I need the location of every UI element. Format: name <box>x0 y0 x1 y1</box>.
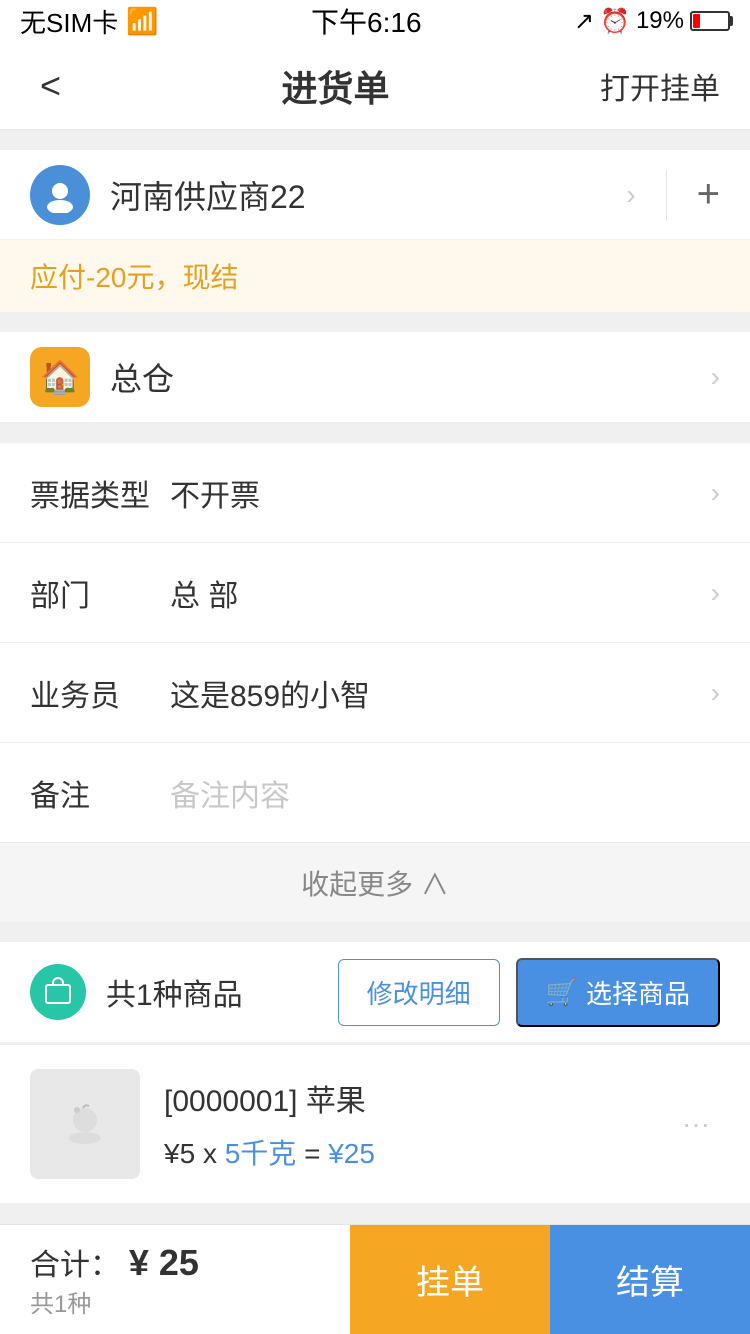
status-time: 下午6:16 <box>311 1 422 41</box>
product-item: [0000001] 苹果 ¥5 x 5千克 = ¥25 ··· <box>0 1044 750 1203</box>
select-product-button[interactable]: 🛒 选择商品 <box>516 958 720 1027</box>
content-area: 河南供应商22 › + 应付-20元，现结 🏠 总仓 › 票据类型 不开票 › … <box>0 130 750 1313</box>
bottom-bar: 合计： ¥ 25 共1种 挂单 结算 <box>0 1224 750 1334</box>
gap-3 <box>0 422 750 442</box>
total-amount: ¥ 25 <box>129 1242 199 1283</box>
line-total: ¥25 <box>328 1138 375 1169</box>
status-right: ↗ ⏰ 19% <box>574 7 730 36</box>
collapse-button[interactable]: 收起更多 ∧ <box>0 842 750 922</box>
supplier-row[interactable]: 河南供应商22 › + <box>0 150 750 240</box>
gap-2 <box>0 312 750 332</box>
form-section: 票据类型 不开票 › 部门 总 部 › 业务员 这是859的小智 › 备注 备注… <box>0 442 750 922</box>
dept-chevron-icon: › <box>711 577 720 609</box>
warehouse-icon: 🏠 <box>30 347 90 407</box>
invoice-row[interactable]: 票据类型 不开票 › <box>0 442 750 542</box>
gap-1 <box>0 130 750 150</box>
qty-value: 5千克 <box>225 1138 297 1169</box>
total-section: 合计： ¥ 25 共1种 <box>0 1225 350 1334</box>
price-separator: x <box>203 1138 225 1169</box>
supplier-chevron-icon: › <box>626 179 635 211</box>
supplier-divider <box>666 170 667 220</box>
warehouse-row[interactable]: 🏠 总仓 › <box>0 332 750 422</box>
dept-label: 部门 <box>30 571 170 615</box>
product-info: [0000001] 苹果 ¥5 x 5千克 = ¥25 <box>164 1076 672 1172</box>
sales-row[interactable]: 业务员 这是859的小智 › <box>0 642 750 742</box>
dept-row[interactable]: 部门 总 部 › <box>0 542 750 642</box>
invoice-chevron-icon: › <box>711 477 720 509</box>
battery-icon <box>690 11 730 31</box>
location-icon: ↗ <box>574 7 594 36</box>
cart-icon: 🛒 <box>546 977 578 1008</box>
dept-value: 总 部 <box>170 571 711 615</box>
battery-text: 19% <box>636 7 684 35</box>
product-name: [0000001] 苹果 <box>164 1076 672 1120</box>
price-value: ¥5 <box>164 1138 195 1169</box>
product-apple: 苹果 <box>306 1085 366 1118</box>
sales-value: 这是859的小智 <box>170 671 711 715</box>
products-icon <box>30 964 86 1020</box>
invoice-label: 票据类型 <box>30 471 170 515</box>
sales-label: 业务员 <box>30 671 170 715</box>
page-title: 进货单 <box>282 60 390 112</box>
notice-bar: 应付-20元，现结 <box>0 240 750 312</box>
product-code: [0000001] <box>164 1085 297 1118</box>
notes-input[interactable]: 备注内容 <box>170 771 720 815</box>
checkout-button[interactable]: 结算 <box>550 1225 750 1334</box>
equals-sign: = <box>304 1138 328 1169</box>
total-line: 合计： ¥ 25 <box>30 1240 320 1284</box>
notes-row[interactable]: 备注 备注内容 <box>0 742 750 842</box>
select-product-label: 选择商品 <box>586 974 690 1011</box>
nav-bar: < 进货单 打开挂单 <box>0 42 750 130</box>
invoice-value: 不开票 <box>170 471 711 515</box>
supplier-add-button[interactable]: + <box>697 172 720 217</box>
open-hang-button[interactable]: 打开挂单 <box>600 64 720 108</box>
warehouse-name: 总仓 <box>110 354 711 400</box>
back-button[interactable]: < <box>30 55 71 117</box>
product-thumbnail <box>30 1069 140 1179</box>
collapse-text: 收起更多 ∧ <box>301 863 449 903</box>
notes-label: 备注 <box>30 771 170 815</box>
total-sub: 共1种 <box>30 1284 320 1319</box>
warehouse-chevron-icon: › <box>711 361 720 393</box>
products-count: 共1种商品 <box>106 970 338 1014</box>
supplier-name: 河南供应商22 <box>110 172 626 218</box>
product-price: ¥5 x 5千克 = ¥25 <box>164 1132 672 1172</box>
supplier-avatar <box>30 165 90 225</box>
product-more-button[interactable]: ··· <box>672 1098 720 1150</box>
wifi-icon: 📶 <box>126 6 158 37</box>
supplier-section: 河南供应商22 › + 应付-20元，现结 <box>0 150 750 312</box>
warehouse-section: 🏠 总仓 › <box>0 332 750 422</box>
hang-button[interactable]: 挂单 <box>350 1225 550 1334</box>
alarm-icon: ⏰ <box>600 7 630 36</box>
carrier-text: 无SIM卡 <box>20 3 118 40</box>
modify-detail-button[interactable]: 修改明细 <box>338 959 500 1026</box>
status-bar: 无SIM卡 📶 下午6:16 ↗ ⏰ 19% <box>0 0 750 42</box>
sales-chevron-icon: › <box>711 677 720 709</box>
products-header: 共1种商品 修改明细 🛒 选择商品 <box>0 942 750 1042</box>
status-left: 无SIM卡 📶 <box>20 3 159 40</box>
total-label: 合计： <box>30 1249 120 1282</box>
